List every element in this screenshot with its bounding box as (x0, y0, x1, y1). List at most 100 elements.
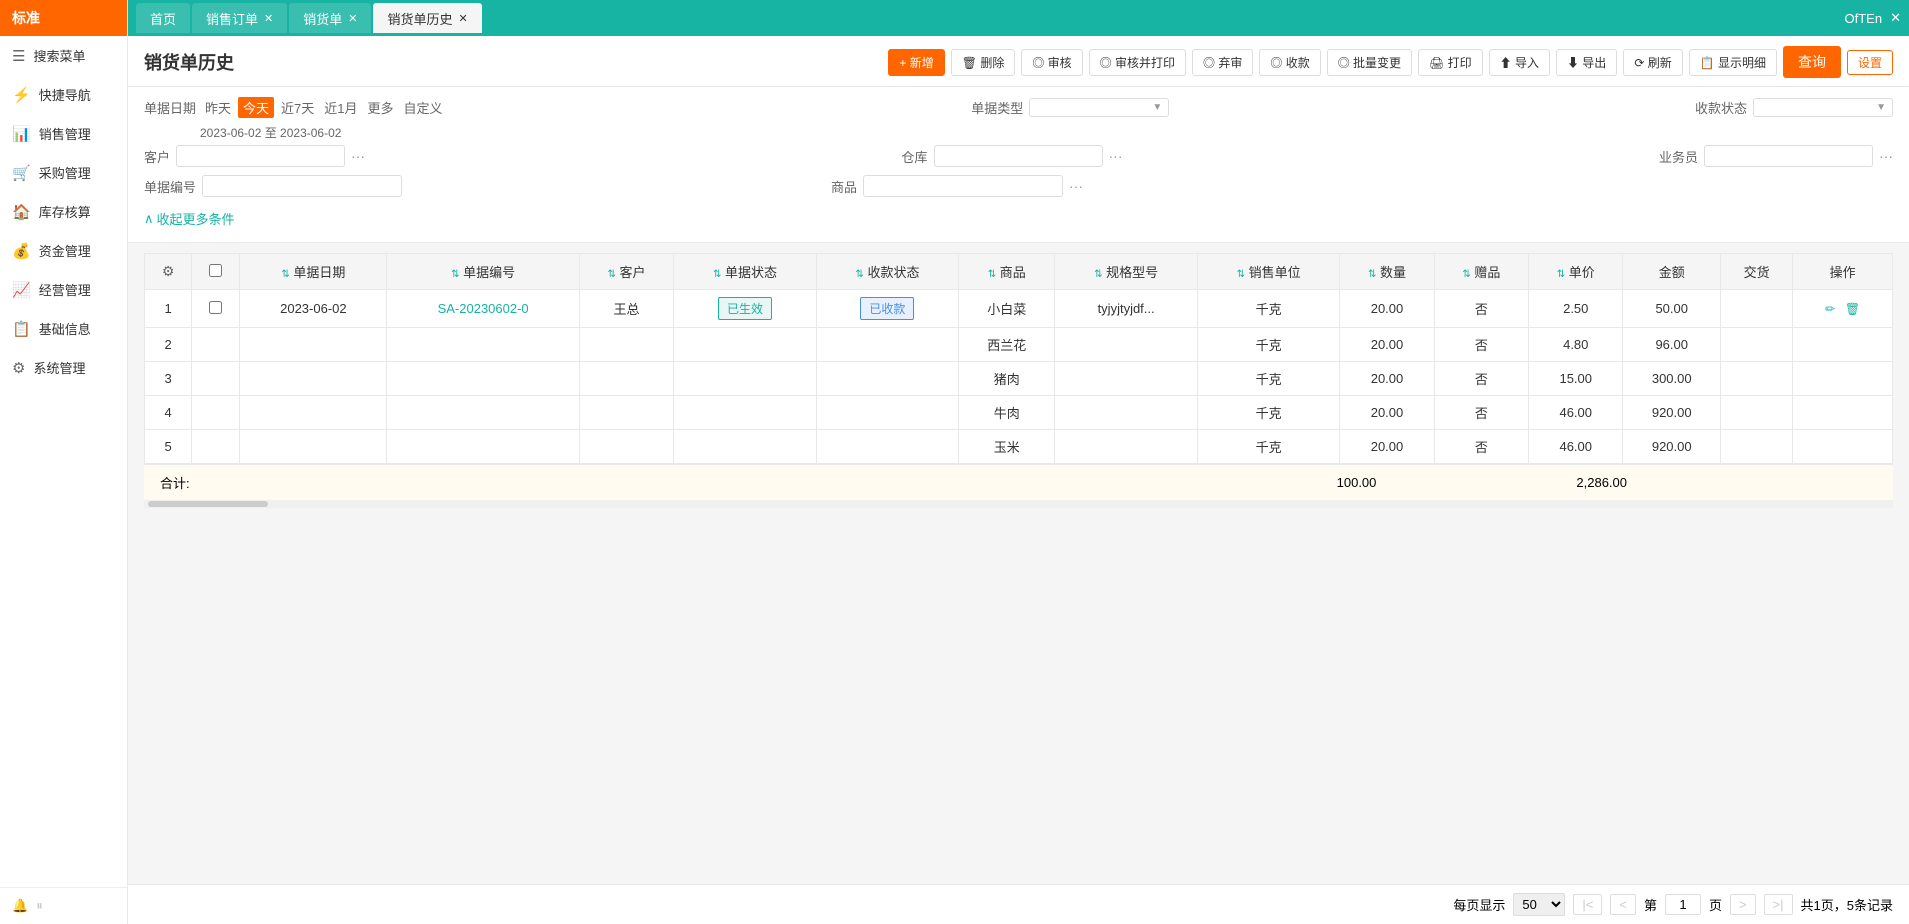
sidebar-item-search-menu[interactable]: ☰ 搜索菜单 (0, 36, 127, 75)
settings-gear-icon[interactable]: ⚙ (162, 263, 175, 279)
settings-button[interactable]: 设置 (1847, 50, 1893, 75)
tab-sales-history-close[interactable]: ✕ (459, 12, 468, 25)
action-删除-btn[interactable]: 🗑 (1842, 302, 1863, 316)
page-input[interactable] (1665, 894, 1701, 915)
select-all-checkbox[interactable] (209, 264, 222, 277)
import-button[interactable]: ⬆ 导入 (1489, 49, 1550, 76)
cell-pay-status: 已收款 (816, 290, 958, 328)
sys-mgmt-icon: ⚙ (12, 359, 25, 377)
sidebar-item-purchase-mgmt[interactable]: 🛒 采购管理 (0, 153, 127, 192)
sort-date-icon[interactable]: ⇅ (281, 269, 289, 280)
col-goods: ⇅ 商品 (959, 254, 1055, 290)
per-page-select[interactable]: 50 100 200 (1513, 893, 1565, 916)
sidebar-item-operations[interactable]: 📈 经营管理 (0, 270, 127, 309)
cell-no: 2 (145, 328, 192, 362)
warehouse-ellipsis-btn[interactable]: ··· (1109, 148, 1123, 164)
delete-button[interactable]: 🗑 删除 (951, 49, 1016, 76)
sidebar-item-quick-nav[interactable]: ⚡ 快捷导航 (0, 75, 127, 114)
sidebar-item-label: 库存核算 (39, 202, 91, 221)
shortcut-yesterday[interactable]: 昨天 (202, 97, 234, 118)
sidebar-item-inventory[interactable]: 🏠 库存核算 (0, 192, 127, 231)
sidebar-item-basic-info[interactable]: 📋 基础信息 (0, 309, 127, 348)
cell-action: ✏ 🗑 (1793, 290, 1893, 328)
shortcut-more[interactable]: 更多 (365, 97, 397, 118)
customer-input[interactable] (176, 145, 345, 167)
shortcut-custom[interactable]: 自定义 (401, 97, 446, 118)
audit-button[interactable]: ◎ 审核 (1021, 49, 1082, 76)
refresh-button[interactable]: ⟳ 刷新 (1623, 49, 1682, 76)
doc-no-input[interactable] (202, 175, 402, 197)
cell-amount: 50.00 (1623, 290, 1721, 328)
horizontal-scrollbar[interactable] (144, 500, 1893, 508)
cell-doc-status (674, 396, 816, 430)
row-checkbox[interactable] (209, 301, 222, 314)
shortcut-7days[interactable]: 近7天 (278, 97, 317, 118)
goods-ellipsis-btn[interactable]: ··· (1069, 178, 1083, 194)
sort-pay-status-icon[interactable]: ⇅ (855, 269, 863, 280)
query-button[interactable]: 查询 (1783, 46, 1841, 78)
last-page-btn[interactable]: >| (1764, 894, 1793, 915)
collect-button[interactable]: ◎ 收款 (1259, 49, 1320, 76)
cell-gift: 否 (1434, 328, 1528, 362)
next-page-btn[interactable]: > (1730, 894, 1756, 915)
sidebar-item-finance[interactable]: 💰 资金管理 (0, 231, 127, 270)
sidebar-item-sales-mgmt[interactable]: 📊 销售管理 (0, 114, 127, 153)
new-button[interactable]: + 新增 (888, 49, 944, 76)
sort-gift-icon[interactable]: ⇅ (1462, 269, 1470, 280)
tab-sales-goods-close[interactable]: ✕ (348, 12, 357, 25)
batch-change-button[interactable]: ◎ 批量变更 (1327, 49, 1412, 76)
audit-print-button[interactable]: ◎ 审核并打印 (1089, 49, 1186, 76)
topbar-close-btn[interactable]: ✕ (1890, 10, 1901, 26)
filter-doc-no: 单据编号 (144, 175, 402, 197)
cell-doc-no: SA-20230602-0 (387, 290, 579, 328)
tab-sales-order[interactable]: 销售订单 ✕ (192, 3, 287, 33)
cell-spec: tyjyjtyjdf... (1055, 290, 1197, 328)
show-detail-button[interactable]: 📋 显示明细 (1689, 49, 1777, 76)
action-编辑-btn[interactable]: ✏ (1822, 302, 1838, 316)
cell-action (1793, 396, 1893, 430)
sort-spec-icon[interactable]: ⇅ (1094, 269, 1102, 280)
sidebar-item-sys-mgmt[interactable]: ⚙ 系统管理 (0, 348, 127, 387)
cell-date (240, 430, 387, 464)
shortcut-today[interactable]: 今天 (238, 97, 274, 118)
tab-sales-order-label: 销售订单 (206, 9, 258, 28)
sort-doc-status-icon[interactable]: ⇅ (713, 269, 721, 280)
tab-sales-history[interactable]: 销货单历史 ✕ (373, 3, 481, 33)
date-shortcuts: 昨天 今天 近7天 近1月 更多 自定义 (202, 97, 446, 118)
collapse-btn[interactable]: ∧ 收起更多条件 (144, 205, 1893, 232)
doc-type-dropdown[interactable]: ▼ (1029, 98, 1169, 117)
col-checkbox (192, 254, 240, 290)
export-button[interactable]: ⬇ 导出 (1556, 49, 1617, 76)
first-page-btn[interactable]: |< (1573, 894, 1602, 915)
tab-sales-order-close[interactable]: ✕ (264, 12, 273, 25)
col-settings[interactable]: ⚙ (145, 254, 192, 290)
customer-ellipsis-btn[interactable]: ··· (351, 148, 365, 164)
print-button[interactable]: 🖨 打印 (1418, 49, 1483, 76)
sort-customer-icon[interactable]: ⇅ (608, 269, 616, 280)
sort-price-icon[interactable]: ⇅ (1557, 269, 1565, 280)
shortcut-1month[interactable]: 近1月 (321, 97, 360, 118)
scrollbar-thumb[interactable] (148, 501, 268, 507)
sort-qty-icon[interactable]: ⇅ (1368, 269, 1376, 280)
topbar-user-text: OfTEn (1845, 11, 1883, 26)
total-info: 共1页，5条记录 (1801, 895, 1893, 914)
warehouse-input[interactable] (934, 145, 1103, 167)
sort-doc-no-icon[interactable]: ⇅ (451, 269, 459, 280)
tab-home[interactable]: 首页 (136, 3, 190, 33)
salesperson-ellipsis-btn[interactable]: ··· (1879, 148, 1893, 164)
goods-input[interactable] (863, 175, 1063, 197)
abandon-button[interactable]: ◎ 弃审 (1192, 49, 1253, 76)
pause-icon[interactable]: ⏸ (36, 898, 43, 914)
payment-status-dropdown[interactable]: ▼ (1753, 98, 1893, 117)
tab-sales-goods[interactable]: 销货单 ✕ (289, 3, 371, 33)
cell-pay-status (816, 362, 958, 396)
toolbar: + 新增 🗑 删除 ◎ 审核 ◎ 审核并打印 ◎ 弃审 ◎ 收款 ◎ 批量变更 … (888, 46, 1893, 78)
sort-unit-icon[interactable]: ⇅ (1237, 269, 1245, 280)
notification-icon[interactable]: 🔔 (12, 898, 28, 914)
page-label: 第 (1644, 895, 1657, 914)
salesperson-input[interactable] (1704, 145, 1873, 167)
prev-page-btn[interactable]: < (1610, 894, 1636, 915)
cell-doc-status (674, 362, 816, 396)
cell-no: 3 (145, 362, 192, 396)
sort-goods-icon[interactable]: ⇅ (988, 269, 996, 280)
